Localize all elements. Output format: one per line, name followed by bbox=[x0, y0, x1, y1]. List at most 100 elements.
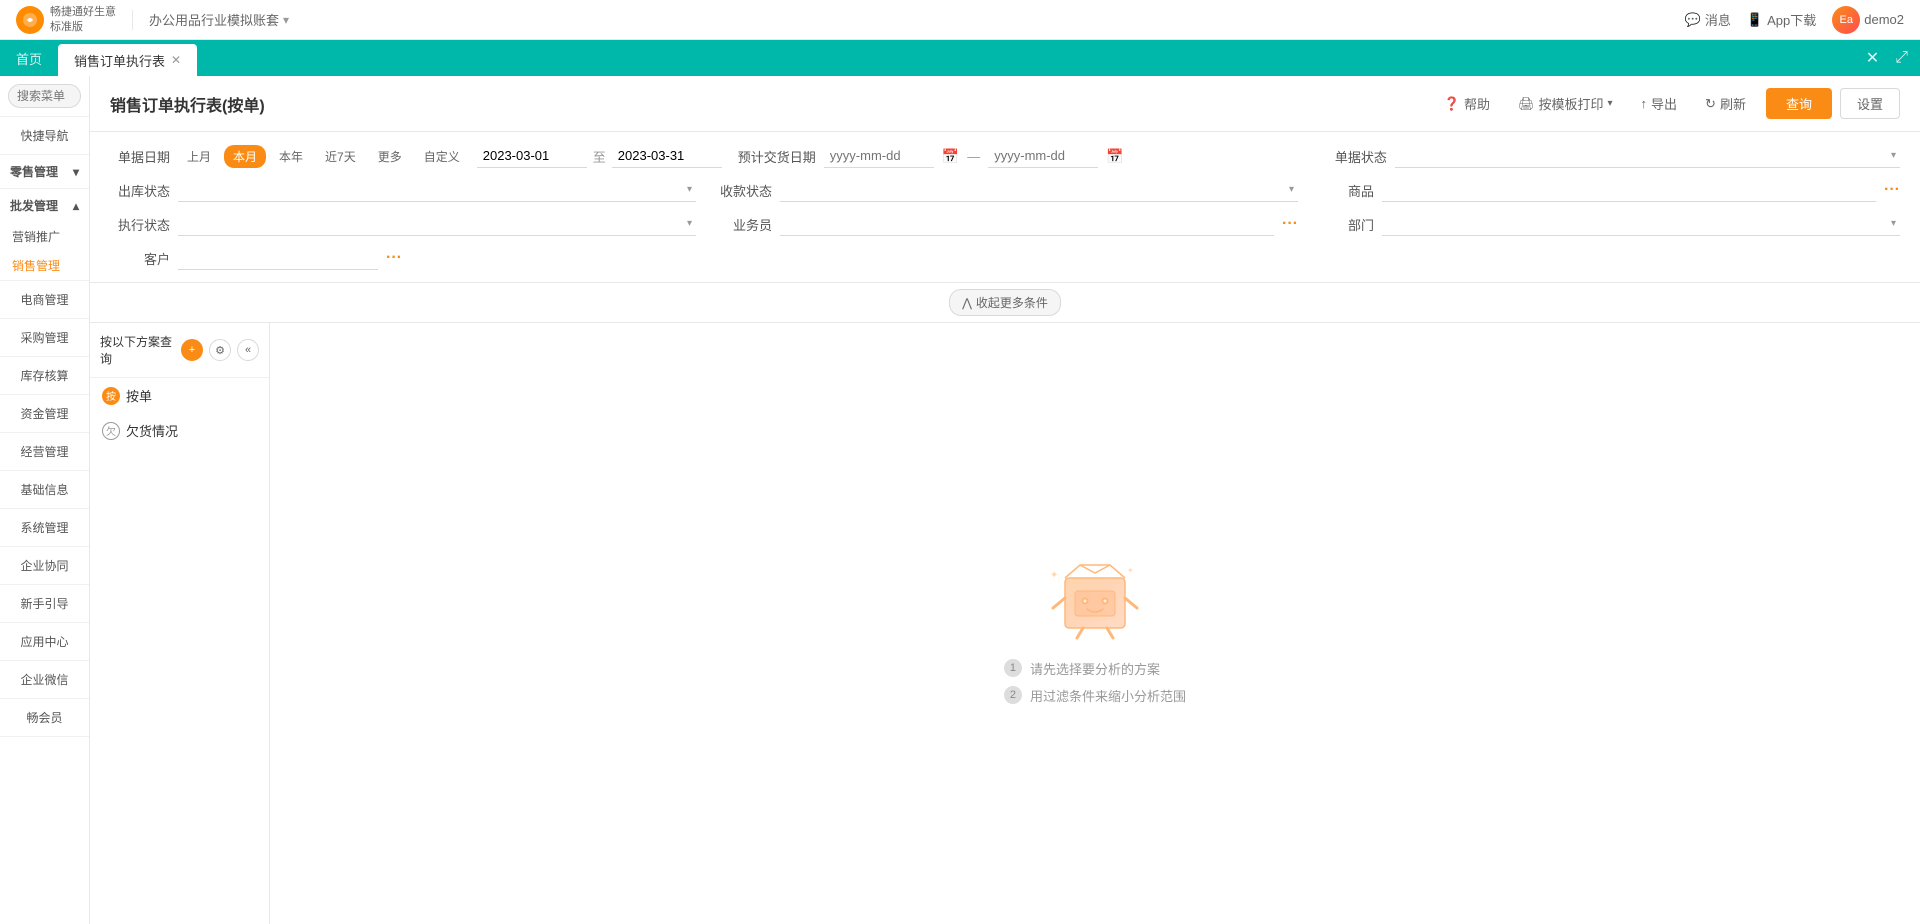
goods-input[interactable] bbox=[1382, 178, 1876, 202]
hint-num-1: 1 bbox=[1004, 659, 1022, 677]
filter-row-3: 执行状态 ▾ 业务员 ··· 部门 bbox=[110, 212, 1900, 236]
query-button[interactable]: 查询 bbox=[1766, 88, 1832, 119]
tab-close-window-icon[interactable]: ✕ bbox=[1862, 44, 1883, 72]
empty-hint-2: 2 用过滤条件来缩小分析范围 bbox=[1004, 686, 1186, 705]
salesperson-group: 业务员 ··· bbox=[712, 212, 1298, 236]
salesperson-more-icon[interactable]: ··· bbox=[1282, 215, 1298, 233]
sidebar-item-operations[interactable]: 经营管理 bbox=[0, 433, 89, 471]
scheme-settings-button[interactable]: ⚙ bbox=[209, 339, 231, 361]
tab-close-icon[interactable]: ✕ bbox=[171, 53, 181, 67]
left-panel-header: 按以下方案查询 + ⚙ « bbox=[90, 323, 269, 378]
predict-date-group: 预计交货日期 📅 — 📅 bbox=[738, 144, 1311, 168]
tab-bar-actions: ✕ ⤢ bbox=[1862, 40, 1920, 76]
sidebar-item-purchase[interactable]: 采购管理 bbox=[0, 319, 89, 357]
dqb-last7[interactable]: 近7天 bbox=[316, 145, 365, 168]
delivery-status-select-wrap: ▾ bbox=[178, 178, 696, 202]
message-action[interactable]: 💬 消息 bbox=[1685, 10, 1731, 29]
user-area[interactable]: Ea demo2 bbox=[1832, 6, 1904, 34]
predict-to-input[interactable] bbox=[988, 144, 1098, 168]
cal-icon-2[interactable]: 📅 bbox=[1106, 148, 1123, 165]
exec-status-label: 执行状态 bbox=[110, 215, 170, 234]
department-select[interactable] bbox=[1382, 212, 1900, 235]
svg-text:✦: ✦ bbox=[1050, 570, 1058, 581]
app-download-action[interactable]: 📱 App下载 bbox=[1747, 10, 1816, 29]
date-from-input[interactable] bbox=[477, 144, 587, 168]
sidebar-item-inventory[interactable]: 库存核算 bbox=[0, 357, 89, 395]
date-to-input[interactable] bbox=[612, 144, 722, 168]
logo-area: 畅捷通好生意 标准版 bbox=[16, 5, 116, 34]
svg-text:✦: ✦ bbox=[1127, 566, 1134, 575]
wholesale-sub-items: 营销推广 销售管理 bbox=[0, 222, 89, 280]
sidebar: 快捷导航 零售管理 ▾ 批发管理 ▴ 营销推广 销售管理 电商管理 bbox=[0, 76, 90, 924]
sidebar-group-wholesale: 批发管理 ▴ 营销推广 销售管理 bbox=[0, 189, 89, 281]
sidebar-item-retail[interactable]: 零售管理 ▾ bbox=[0, 155, 89, 188]
customer-label: 客户 bbox=[110, 249, 170, 268]
search-input[interactable] bbox=[8, 84, 81, 108]
print-button[interactable]: 🖨 按模板打印 ▾ bbox=[1510, 90, 1621, 117]
exec-status-select[interactable] bbox=[178, 212, 696, 235]
chevron-up-icon: ▴ bbox=[73, 199, 79, 213]
sidebar-item-ecommerce[interactable]: 电商管理 bbox=[0, 281, 89, 319]
sidebar-item-marketing[interactable]: 营销推广 bbox=[4, 222, 85, 251]
customer-more-icon[interactable]: ··· bbox=[386, 249, 402, 267]
goods-group: 商品 ··· bbox=[1314, 178, 1900, 202]
doc-status-select[interactable] bbox=[1395, 144, 1900, 167]
sidebar-item-sales-mgmt[interactable]: 销售管理 bbox=[4, 251, 85, 280]
tab-sales-exec[interactable]: 销售订单执行表 ✕ bbox=[58, 44, 197, 76]
tab-bar: 首页 销售订单执行表 ✕ ✕ ⤢ bbox=[0, 40, 1920, 76]
page-title: 销售订单执行表(按单) bbox=[110, 92, 265, 116]
doc-status-select-wrap: ▾ bbox=[1395, 144, 1900, 168]
sidebar-group-retail: 零售管理 ▾ bbox=[0, 155, 89, 189]
payment-status-label: 收款状态 bbox=[712, 181, 772, 200]
goods-label: 商品 bbox=[1314, 181, 1374, 200]
sidebar-item-system[interactable]: 系统管理 bbox=[0, 509, 89, 547]
sidebar-item-finance[interactable]: 资金管理 bbox=[0, 395, 89, 433]
collapse-arrow-icon: ⋀ bbox=[962, 296, 972, 310]
collapse-bar[interactable]: ⋀ 收起更多条件 bbox=[90, 283, 1920, 323]
sidebar-item-wholesale[interactable]: 批发管理 ▴ bbox=[0, 189, 89, 222]
delivery-status-select[interactable] bbox=[178, 178, 696, 201]
department-label: 部门 bbox=[1314, 215, 1374, 234]
predict-from-input[interactable] bbox=[824, 144, 934, 168]
active-item-icon: 按 bbox=[102, 387, 120, 405]
add-scheme-button[interactable]: + bbox=[181, 339, 203, 361]
goods-more-icon[interactable]: ··· bbox=[1884, 181, 1900, 199]
settings-button[interactable]: 设置 bbox=[1840, 88, 1900, 119]
left-panel-actions: + ⚙ « bbox=[181, 339, 259, 361]
salesperson-input[interactable] bbox=[780, 212, 1274, 236]
date-separator: 至 bbox=[593, 147, 606, 166]
customer-input[interactable] bbox=[178, 246, 378, 270]
export-button[interactable]: ↑ 导出 bbox=[1633, 90, 1686, 117]
filter-row-2: 出库状态 ▾ 收款状态 ▾ bbox=[110, 178, 1900, 202]
sidebar-item-basic-info[interactable]: 基础信息 bbox=[0, 471, 89, 509]
sidebar-item-member[interactable]: 畅会员 bbox=[0, 699, 89, 737]
sidebar-item-quick-nav[interactable]: 快捷导航 bbox=[0, 117, 89, 155]
export-icon: ↑ bbox=[1641, 96, 1648, 111]
app-title: 办公用品行业模拟账套 ▾ bbox=[149, 10, 289, 29]
dqb-last-month[interactable]: 上月 bbox=[178, 145, 220, 168]
tab-expand-icon[interactable]: ⤢ bbox=[1891, 45, 1912, 71]
sidebar-item-wechat[interactable]: 企业微信 bbox=[0, 661, 89, 699]
delivery-status-label: 出库状态 bbox=[110, 181, 170, 200]
dqb-custom[interactable]: 自定义 bbox=[415, 145, 469, 168]
help-button[interactable]: ❓ 帮助 bbox=[1436, 90, 1498, 117]
dqb-this-year[interactable]: 本年 bbox=[270, 145, 312, 168]
salesperson-label: 业务员 bbox=[712, 215, 772, 234]
exec-status-select-wrap: ▾ bbox=[178, 212, 696, 236]
cal-icon-1[interactable]: 📅 bbox=[942, 148, 959, 165]
left-panel-item-按单[interactable]: 按 按单 bbox=[90, 378, 269, 413]
sidebar-item-app-center[interactable]: 应用中心 bbox=[0, 623, 89, 661]
logo-text: 畅捷通好生意 标准版 bbox=[50, 5, 116, 34]
sidebar-item-guide[interactable]: 新手引导 bbox=[0, 585, 89, 623]
dqb-more[interactable]: 更多 bbox=[369, 145, 411, 168]
print-icon: 🖨 bbox=[1518, 96, 1535, 112]
dqb-this-month[interactable]: 本月 bbox=[224, 145, 266, 168]
tab-home[interactable]: 首页 bbox=[0, 40, 58, 76]
message-icon: 💬 bbox=[1685, 12, 1701, 28]
left-panel-item-欠货情况[interactable]: 欠 欠货情况 bbox=[90, 413, 269, 448]
sidebar-item-enterprise[interactable]: 企业协同 bbox=[0, 547, 89, 585]
payment-status-select[interactable] bbox=[780, 178, 1298, 201]
collapse-button[interactable]: ⋀ 收起更多条件 bbox=[949, 289, 1061, 316]
refresh-button[interactable]: ↻ 刷新 bbox=[1697, 90, 1754, 117]
scheme-collapse-button[interactable]: « bbox=[237, 339, 259, 361]
